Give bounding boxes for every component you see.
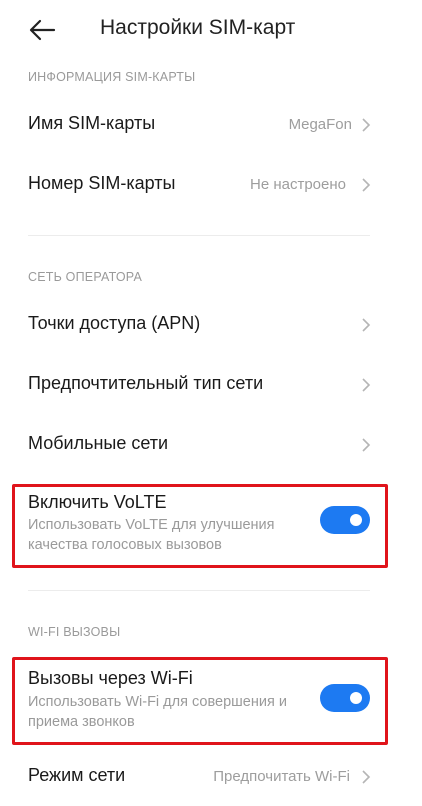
chevron-right-icon <box>362 438 371 452</box>
toggle-knob <box>350 514 362 526</box>
volte-title: Включить VoLTE <box>28 492 167 512</box>
volte-description: Использовать VoLTE для улучшения качеств… <box>28 517 275 553</box>
chevron-right-icon <box>362 318 371 332</box>
chevron-right-icon <box>362 770 371 784</box>
volte-toggle-switch[interactable] <box>320 506 370 534</box>
sim-number-value: Не настроено <box>250 176 346 193</box>
network-mode-label: Режим сети <box>28 765 126 785</box>
back-button[interactable] <box>28 18 56 42</box>
toggle-knob <box>350 692 362 704</box>
network-mode-row[interactable]: Режим сети Предпочитать Wi-Fi <box>0 752 422 802</box>
chevron-right-icon <box>362 118 371 132</box>
network-type-label: Предпочтительный тип сети <box>28 373 264 393</box>
volte-row[interactable]: Включить VoLTE Использовать VoLTE для ул… <box>0 488 422 564</box>
mobile-networks-label: Мобильные сети <box>28 433 169 453</box>
apn-label: Точки доступа (APN) <box>28 313 201 333</box>
chevron-right-icon <box>362 178 371 192</box>
chevron-right-icon <box>362 378 371 392</box>
sim-name-value: MegaFon <box>288 116 352 133</box>
section-header-operator: СЕТЬ ОПЕРАТОРА <box>28 270 143 284</box>
sim-name-row[interactable]: Имя SIM-карты MegaFon <box>0 100 422 150</box>
section-header-sim-info: ИНФОРМАЦИЯ SIM-КАРТЫ <box>28 70 196 84</box>
arrow-left-icon <box>29 19 56 41</box>
header-bar: Настройки SIM-карт <box>0 0 422 60</box>
apn-row[interactable]: Точки доступа (APN) <box>0 300 422 350</box>
wifi-calling-title: Вызовы через Wi-Fi <box>28 668 193 688</box>
mobile-networks-row[interactable]: Мобильные сети <box>0 420 422 470</box>
divider <box>28 590 370 591</box>
wifi-calling-toggle-switch[interactable] <box>320 684 370 712</box>
section-header-wifi-calls: WI-FI ВЫЗОВЫ <box>28 625 121 639</box>
network-mode-value: Предпочитать Wi-Fi <box>213 768 350 785</box>
sim-number-label: Номер SIM-карты <box>28 173 176 193</box>
divider <box>28 235 370 236</box>
sim-number-row[interactable]: Номер SIM-карты Не настроено <box>0 160 422 210</box>
network-type-row[interactable]: Предпочтительный тип сети <box>0 360 422 410</box>
page-title: Настройки SIM-карт <box>100 16 296 39</box>
wifi-calling-row[interactable]: Вызовы через Wi-Fi Использовать Wi-Fi дл… <box>0 662 422 740</box>
sim-name-label: Имя SIM-карты <box>28 113 156 133</box>
wifi-calling-description: Использовать Wi-Fi для совершения и прие… <box>28 694 287 730</box>
